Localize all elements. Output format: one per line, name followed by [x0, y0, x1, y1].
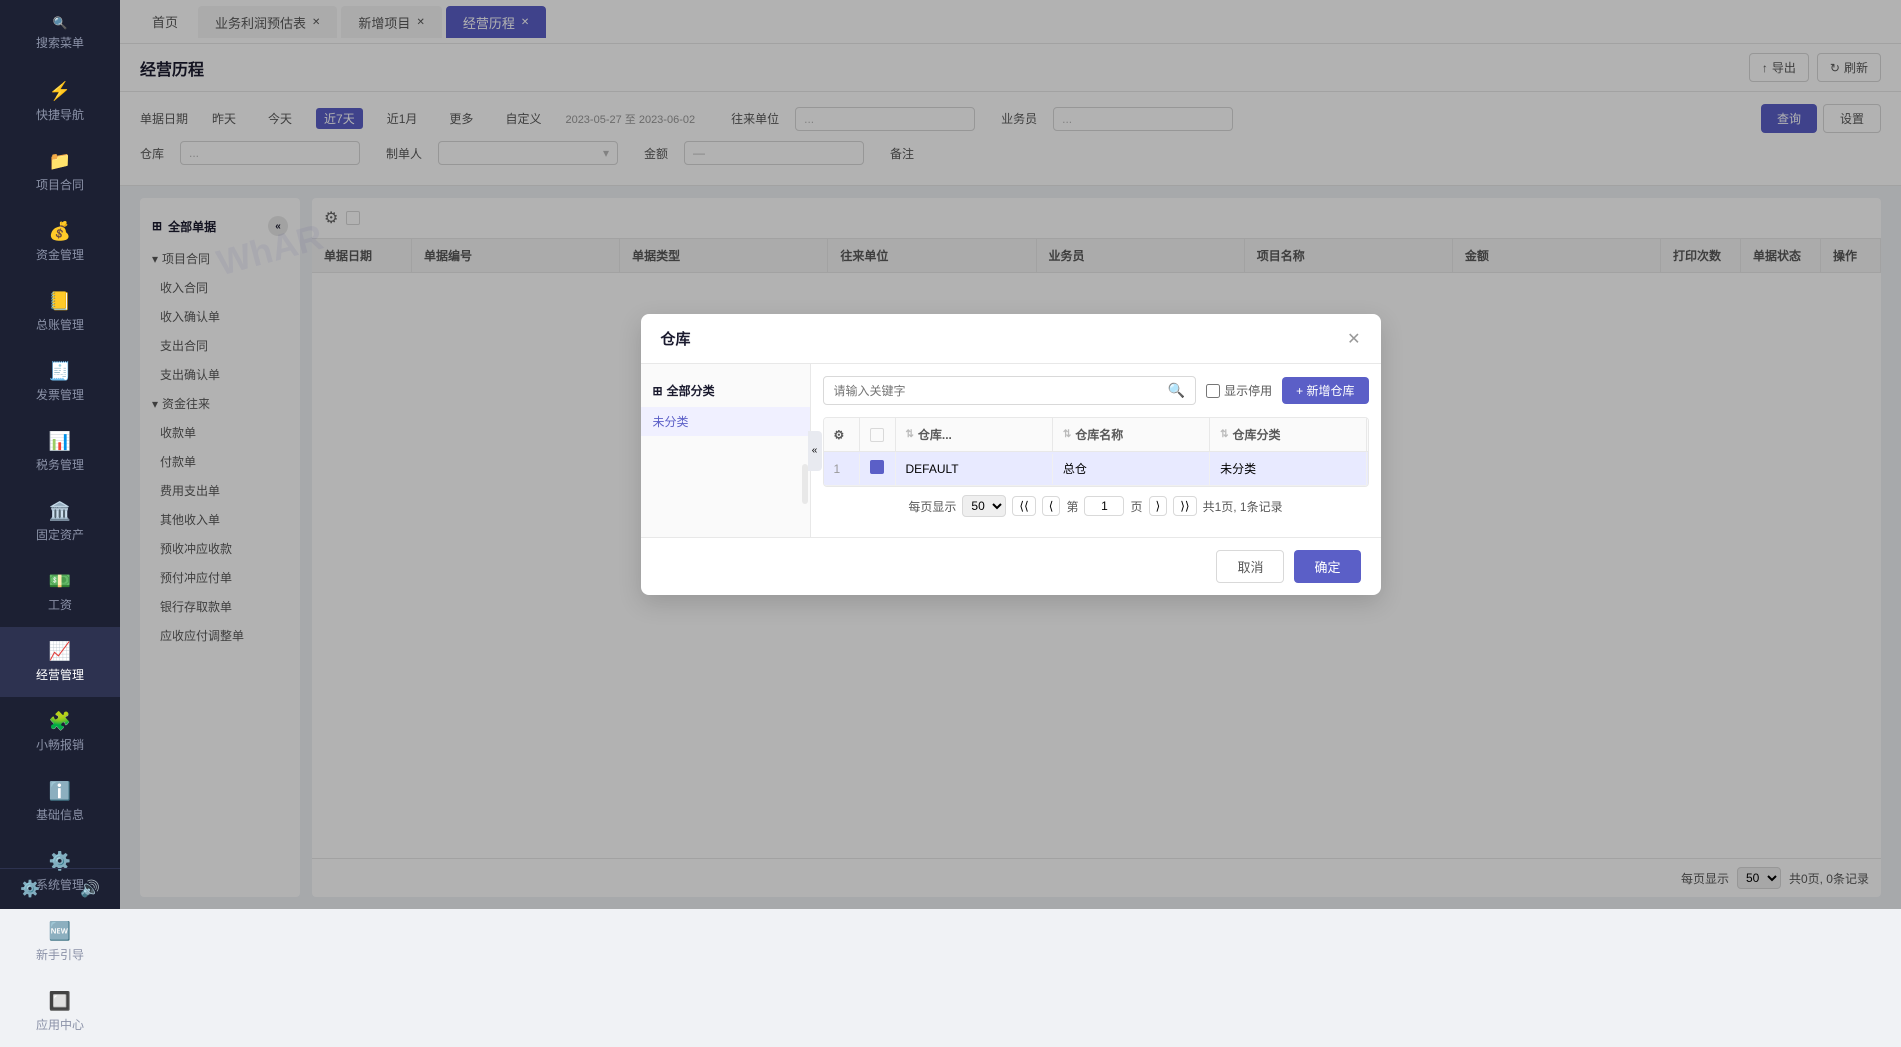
grid-icon-modal: ⊞ [653, 384, 663, 398]
modal-left-panel: ⊞ 全部分类 未分类 « [641, 364, 811, 537]
modal-search-row: 🔍 显示停用 + 新增仓库 [823, 376, 1369, 405]
sidebar: 🔍 搜索菜单 ⚡ 快捷导航 📁 项目合同 💰 资金管理 📒 总账管理 🧾 发票管… [0, 0, 120, 909]
modal-footer: 取消 确定 [641, 537, 1381, 595]
sidebar-item-search[interactable]: 🔍 搜索菜单 [0, 0, 120, 67]
flash-icon: ⚡ [49, 81, 71, 102]
basic-icon: ℹ️ [49, 781, 71, 802]
row-checkbox-cell[interactable] [860, 452, 896, 485]
settings-icon[interactable]: ⚙️ [20, 879, 40, 899]
folder-icon: 📁 [49, 151, 71, 172]
modal-right-panel: 🔍 显示停用 + 新增仓库 ⚙ [811, 364, 1381, 537]
modal-confirm-button[interactable]: 确定 [1294, 550, 1360, 583]
modal-prev-page[interactable]: ⟨ [1042, 496, 1061, 516]
sidebar-item-ops[interactable]: 📈 经营管理 [0, 627, 120, 697]
modal-close-button[interactable]: ✕ [1347, 329, 1360, 349]
modal-col-checkbox [860, 418, 896, 451]
newbie-icon: 🆕 [49, 921, 71, 942]
panel-collapse-btn[interactable]: « [808, 431, 822, 471]
modal-first-page[interactable]: ⟨⟨ [1012, 496, 1035, 516]
modal-next-page[interactable]: ⟩ [1149, 496, 1168, 516]
modal-category-unclassified[interactable]: 未分类 [641, 407, 810, 436]
modal-cancel-button[interactable]: 取消 [1216, 550, 1284, 583]
modal-col-code[interactable]: ⇅ 仓库... [896, 418, 1053, 451]
modal-overlay: 仓库 ✕ ⊞ 全部分类 未分类 « [120, 0, 1901, 909]
volume-icon[interactable]: 🔊 [80, 879, 100, 899]
sidebar-item-project[interactable]: 📁 项目合同 [0, 137, 120, 207]
sidebar-item-tax[interactable]: 📊 税务管理 [0, 417, 120, 487]
ops-icon: 📈 [49, 641, 71, 662]
sidebar-item-quicknav[interactable]: ⚡ 快捷导航 [0, 67, 120, 137]
modal-table-row[interactable]: 1 DEFAULT 总仓 未分类 [824, 452, 1368, 486]
modal-col-setting: ⚙ [824, 418, 860, 451]
salary-icon: 💵 [49, 571, 71, 592]
modal-body: ⊞ 全部分类 未分类 « 🔍 [641, 364, 1381, 537]
modal-pagination: 每页显示 50 ⟨⟨ ⟨ 第 页 ⟩ ⟩⟩ 共1页, 1条记录 [823, 487, 1369, 525]
modal-table-body: 1 DEFAULT 总仓 未分类 [824, 452, 1368, 486]
sidebar-item-basic[interactable]: ℹ️ 基础信息 [0, 767, 120, 837]
show-disabled-toggle[interactable]: 显示停用 [1206, 382, 1272, 399]
sidebar-item-newbie[interactable]: 🆕 新手引导 [0, 907, 120, 977]
assets-icon: 🏛️ [49, 501, 71, 522]
row-code-cell: DEFAULT [896, 454, 1053, 484]
modal-col-category[interactable]: ⇅ 仓库分类 [1210, 418, 1367, 451]
sidebar-item-assets[interactable]: 🏛️ 固定资产 [0, 487, 120, 557]
modal-search-box[interactable]: 🔍 [823, 376, 1197, 405]
modal-col-name[interactable]: ⇅ 仓库名称 [1053, 418, 1210, 451]
add-warehouse-button[interactable]: + 新增仓库 [1282, 377, 1368, 404]
show-disabled-checkbox[interactable] [1206, 384, 1220, 398]
row-category-cell: 未分类 [1210, 452, 1367, 485]
modal-last-page[interactable]: ⟩⟩ [1173, 496, 1196, 516]
sidebar-item-ledger[interactable]: 📒 总账管理 [0, 277, 120, 347]
sidebar-item-appcenter[interactable]: 🔲 应用中心 [0, 977, 120, 1047]
sort-name-icon: ⇅ [1063, 429, 1071, 440]
modal-title: 仓库 [661, 328, 691, 349]
marketing-icon: 🧩 [49, 711, 71, 732]
sidebar-item-finance[interactable]: 💰 资金管理 [0, 207, 120, 277]
modal-page-input[interactable] [1084, 496, 1124, 516]
modal-header: 仓库 ✕ [641, 314, 1381, 364]
modal-search-input[interactable] [834, 384, 1162, 398]
search-icon: 🔍 [53, 16, 68, 30]
ledger-icon: 📒 [49, 291, 71, 312]
tax-icon: 📊 [49, 431, 71, 452]
row-name-cell: 总仓 [1053, 452, 1210, 485]
modal-per-page-select[interactable]: 50 [962, 495, 1006, 517]
invoice-icon: 🧾 [49, 361, 71, 382]
sort-asc-icon: ⇅ [906, 429, 914, 440]
modal-table: ⚙ ⇅ 仓库... ⇅ 仓库名称 [823, 417, 1369, 487]
sidebar-item-salary[interactable]: 💵 工资 [0, 557, 120, 627]
modal-left-header: ⊞ 全部分类 [641, 374, 810, 407]
appcenter-icon: 🔲 [49, 991, 71, 1012]
sidebar-item-marketing[interactable]: 🧩 小畅报销 [0, 697, 120, 767]
sidebar-bottom: ⚙️ 🔊 [0, 868, 120, 909]
modal-search-icon: 🔍 [1168, 382, 1185, 399]
sort-cat-icon: ⇅ [1220, 429, 1228, 440]
row-setting-cell: 1 [824, 454, 860, 484]
money-icon: 💰 [49, 221, 71, 242]
modal-table-header: ⚙ ⇅ 仓库... ⇅ 仓库名称 [824, 418, 1368, 452]
warehouse-modal: 仓库 ✕ ⊞ 全部分类 未分类 « [641, 314, 1381, 595]
sidebar-item-invoice[interactable]: 🧾 发票管理 [0, 347, 120, 417]
header-checkbox[interactable] [870, 428, 884, 442]
settings-col-icon: ⚙ [834, 428, 845, 442]
